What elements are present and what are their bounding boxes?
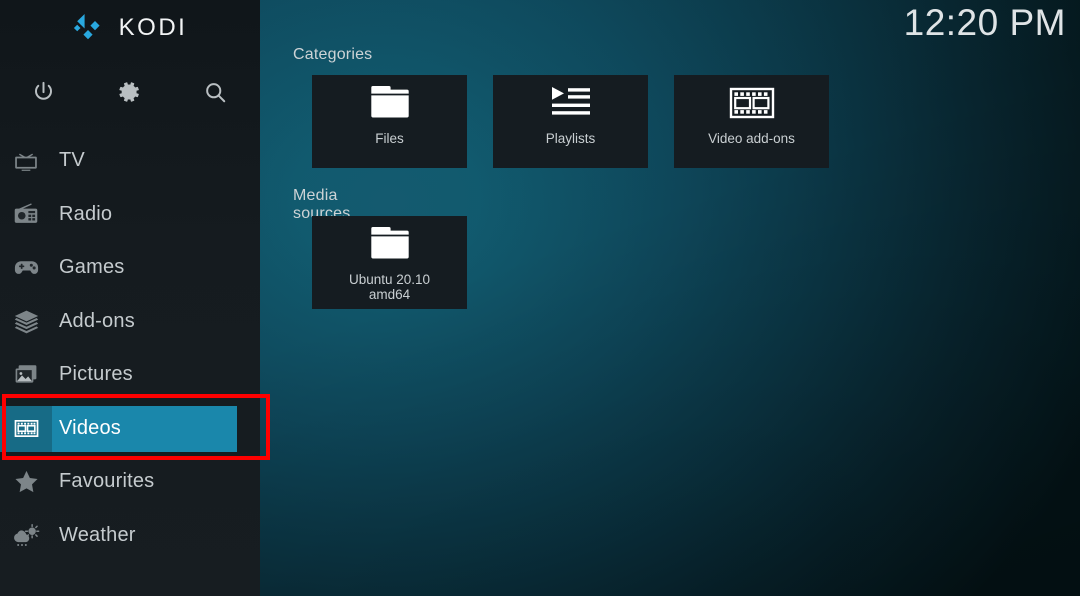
folder-icon: [312, 216, 467, 272]
tv-icon: [0, 148, 52, 174]
sidebar-item-radio[interactable]: Radio: [0, 188, 260, 242]
tile-label: Video add-ons: [708, 131, 795, 146]
media-sources-tiles: Ubuntu 20.10 amd64: [312, 216, 467, 309]
tile-files[interactable]: Files: [312, 75, 467, 168]
sidebar-item-pictures[interactable]: Pictures: [0, 348, 260, 402]
sidebar-toolbar: [0, 64, 260, 120]
app-title: KODI: [118, 14, 188, 41]
picture-icon: [0, 362, 52, 388]
tile-media-source[interactable]: Ubuntu 20.10 amd64: [312, 216, 467, 309]
clock: 12:20 PM: [903, 2, 1066, 43]
sidebar-item-games[interactable]: Games: [0, 241, 260, 295]
power-button[interactable]: [0, 80, 86, 105]
search-button[interactable]: [172, 80, 258, 105]
star-icon: [0, 468, 52, 495]
main-menu: TV Radio Games Add-ons Pictures Videos F…: [0, 134, 260, 562]
sidebar-item-videos[interactable]: Videos: [0, 402, 260, 456]
sidebar-item-label: Videos: [59, 416, 121, 439]
film-icon: [674, 75, 829, 131]
kodi-logo-icon: [73, 13, 107, 43]
categories-heading: Categories: [293, 46, 373, 63]
power-icon: [31, 80, 56, 105]
tile-label: Ubuntu 20.10 amd64: [348, 272, 431, 302]
search-icon: [203, 80, 228, 105]
gamepad-icon: [0, 254, 52, 281]
settings-button[interactable]: [86, 79, 172, 105]
gear-icon: [116, 79, 142, 105]
tile-label: Files: [375, 131, 404, 146]
tile-video-addons[interactable]: Video add-ons: [674, 75, 829, 168]
weather-icon: [0, 522, 52, 549]
playlist-icon: [493, 75, 648, 131]
sidebar-item-tv[interactable]: TV: [0, 134, 260, 188]
box-icon: [0, 308, 52, 335]
film-icon: [0, 415, 52, 442]
sidebar: KODI TV Radio Games Add-ons Pictures Vid…: [0, 0, 260, 596]
categories-tiles: Files Playlists Video add-ons: [312, 75, 829, 168]
tile-label: Playlists: [545, 131, 596, 146]
sidebar-item-label: Weather: [59, 523, 136, 546]
radio-icon: [0, 201, 52, 227]
sidebar-item-label: Favourites: [59, 470, 155, 493]
app-branding: KODI: [0, 0, 260, 56]
sidebar-item-label: TV: [59, 149, 85, 172]
sidebar-item-addons[interactable]: Add-ons: [0, 295, 260, 349]
tile-playlists[interactable]: Playlists: [493, 75, 648, 168]
sidebar-item-label: Add-ons: [59, 309, 135, 332]
folder-icon: [312, 75, 467, 131]
kodi-home-screen: KODI TV Radio Games Add-ons Pictures Vid…: [0, 0, 1080, 596]
sidebar-item-favourites[interactable]: Favourites: [0, 455, 260, 509]
sidebar-item-label: Games: [59, 256, 125, 279]
sidebar-item-label: Radio: [59, 202, 113, 225]
sidebar-item-weather[interactable]: Weather: [0, 509, 260, 563]
sidebar-item-label: Pictures: [59, 363, 133, 386]
